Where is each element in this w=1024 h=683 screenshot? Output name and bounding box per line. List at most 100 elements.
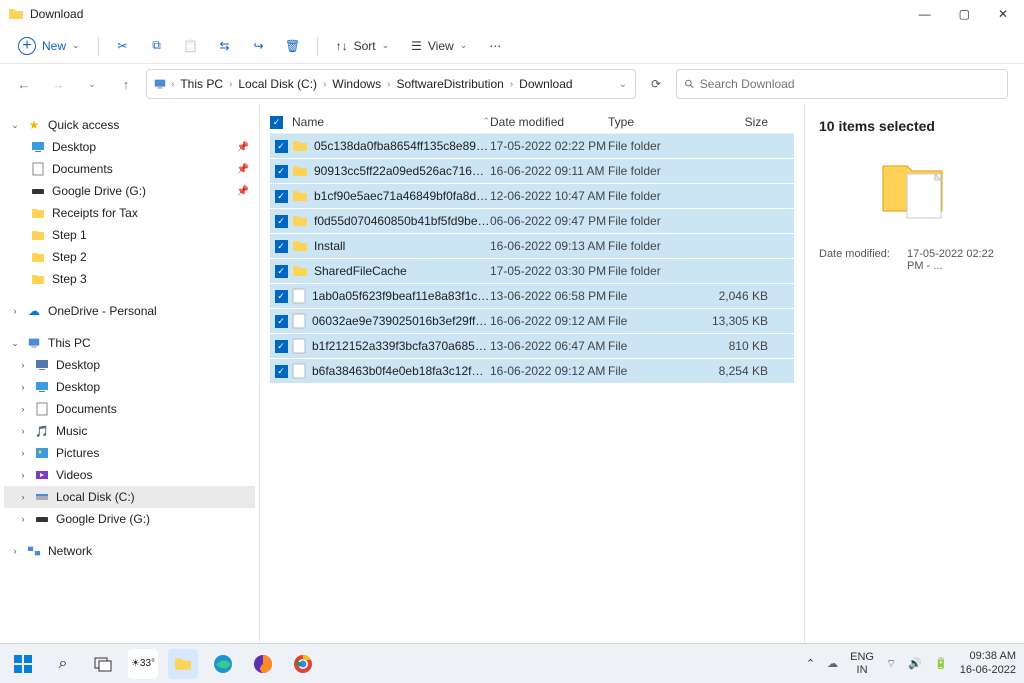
sidebar-quick-item[interactable]: Receipts for Tax (4, 202, 255, 224)
sidebar-pc-item[interactable]: ›Desktop (4, 354, 255, 376)
table-row[interactable]: 05c138da0fba8654ff135c8e8903233f 17-05-2… (270, 134, 794, 159)
battery-icon[interactable]: 🔋 (934, 657, 948, 670)
language-indicator[interactable]: ENGIN (850, 651, 874, 675)
sidebar-pc-item[interactable]: ›Google Drive (G:) (4, 508, 255, 530)
row-checkbox[interactable] (270, 265, 292, 278)
sidebar-network[interactable]: › Network (4, 540, 255, 562)
share-button[interactable]: ↪ (245, 32, 273, 60)
weather-icon: ☀ (131, 658, 140, 669)
view-button[interactable]: ☰ View ⌄ (403, 35, 475, 57)
select-all-checkbox[interactable] (270, 114, 292, 129)
search-box[interactable]: ⚲ (676, 69, 1008, 99)
sidebar-pc-item[interactable]: ›Desktop (4, 376, 255, 398)
crumb-3[interactable]: SoftwareDistribution (394, 77, 505, 91)
onedrive-tray-icon[interactable]: ☁ (827, 657, 838, 670)
row-checkbox[interactable] (270, 290, 292, 303)
row-checkbox[interactable] (270, 340, 292, 353)
chevron-down-icon: ⌄ (382, 40, 390, 51)
row-checkbox[interactable] (270, 140, 292, 153)
sidebar-pc-item[interactable]: ›Pictures (4, 442, 255, 464)
search-input[interactable] (700, 77, 999, 91)
address-bar: ← → ⌄ ↑ › This PC › Local Disk (C:) › Wi… (0, 64, 1024, 104)
item-icon (30, 183, 46, 199)
close-button[interactable]: ✕ (998, 7, 1008, 21)
sidebar-quick-item[interactable]: Desktop📌 (4, 136, 255, 158)
sidebar-pc-item[interactable]: ›🎵Music (4, 420, 255, 442)
chevron-up-icon[interactable]: ⌃ (806, 657, 815, 670)
file-name: 06032ae9e739025016b3ef29ffcf67191... (312, 314, 490, 328)
recent-button[interactable]: ⌄ (78, 70, 106, 98)
item-icon (30, 139, 46, 155)
column-date[interactable]: Date modified (490, 115, 608, 129)
row-checkbox[interactable] (270, 365, 292, 378)
crumb-2[interactable]: Windows (330, 77, 383, 91)
refresh-button[interactable]: ⟳ (642, 70, 670, 98)
file-date: 13-06-2022 06:47 AM (490, 339, 608, 353)
minimize-button[interactable]: — (919, 7, 931, 21)
table-row[interactable]: SharedFileCache 17-05-2022 03:30 PM File… (270, 259, 794, 284)
search-button[interactable]: ⌕ (48, 649, 78, 679)
firefox-app[interactable] (248, 649, 278, 679)
rename-button[interactable]: ⇆ (211, 32, 239, 60)
wifi-icon[interactable]: ⌔ (886, 657, 896, 671)
sidebar-pc-item[interactable]: ›Videos (4, 464, 255, 486)
sidebar-pc-item[interactable]: ›Documents (4, 398, 255, 420)
back-button[interactable]: ← (10, 70, 38, 98)
file-date: 06-06-2022 09:47 PM (490, 214, 608, 228)
sidebar-onedrive[interactable]: › ☁ OneDrive - Personal (4, 300, 255, 322)
sidebar-quick-item[interactable]: Google Drive (G:)📌 (4, 180, 255, 202)
table-row[interactable]: 06032ae9e739025016b3ef29ffcf67191... 16-… (270, 309, 794, 334)
crumb-4[interactable]: Download (517, 77, 574, 91)
table-row[interactable]: 90913cc5ff22a09ed526ac7161c45888 16-06-2… (270, 159, 794, 184)
up-button[interactable]: ↑ (112, 70, 140, 98)
column-type[interactable]: Type (608, 115, 698, 129)
crumb-0[interactable]: This PC (178, 77, 225, 91)
breadcrumb[interactable]: › This PC › Local Disk (C:) › Windows › … (146, 69, 636, 99)
chrome-app[interactable] (288, 649, 318, 679)
sidebar-quick-item[interactable]: Step 2 (4, 246, 255, 268)
sidebar-quick-access[interactable]: ⌄ ★ Quick access (4, 114, 255, 136)
sidebar-quick-item[interactable]: Step 3 (4, 268, 255, 290)
sidebar-this-pc[interactable]: ⌄ This PC (4, 332, 255, 354)
row-checkbox[interactable] (270, 240, 292, 253)
pc-icon (26, 335, 42, 351)
forward-button[interactable]: → (44, 70, 72, 98)
table-row[interactable]: b1f212152a339f3bcfa370a685e148e72... 13-… (270, 334, 794, 359)
paste-button[interactable]: 📋 (177, 32, 205, 60)
delete-button[interactable]: 🗑 (279, 32, 307, 60)
chevron-down-icon[interactable]: ⌄ (619, 79, 627, 90)
table-row[interactable]: b6fa38463b0f4e0eb18fa3c12f4056b88... 16-… (270, 359, 794, 384)
cloud-icon: ☁ (26, 303, 42, 319)
table-row[interactable]: b1cf90e5aec71a46849bf0fa8da2382a 12-06-2… (270, 184, 794, 209)
more-button[interactable]: ⋯ (481, 32, 509, 60)
explorer-app[interactable] (168, 649, 198, 679)
details-pane: 10 items selected Date modified: 17-05-2… (804, 104, 1024, 657)
item-icon (30, 271, 46, 287)
copy-button[interactable]: ⧉ (143, 32, 171, 60)
clock[interactable]: 09:38 AM16-06-2022 (960, 650, 1016, 676)
crumb-1[interactable]: Local Disk (C:) (236, 77, 319, 91)
table-row[interactable]: Install 16-06-2022 09:13 AM File folder (270, 234, 794, 259)
table-row[interactable]: 1ab0a05f623f9beaf11e8a83f1cbfa0e1c... 13… (270, 284, 794, 309)
row-checkbox[interactable] (270, 315, 292, 328)
cut-button[interactable]: ✂ (109, 32, 137, 60)
table-row[interactable]: f0d55d070460850b41bf5fd9bee40d45 06-06-2… (270, 209, 794, 234)
maximize-button[interactable]: ▢ (959, 7, 970, 21)
taskview-button[interactable] (88, 649, 118, 679)
sidebar-pc-item[interactable]: ›Local Disk (C:) (4, 486, 255, 508)
new-button[interactable]: + New ⌄ (10, 33, 88, 59)
weather-widget[interactable]: ☀33° (128, 649, 158, 679)
chevron-right-icon: › (18, 426, 28, 436)
column-name[interactable]: Name⌃ (292, 115, 490, 129)
sidebar-quick-item[interactable]: Step 1 (4, 224, 255, 246)
row-checkbox[interactable] (270, 215, 292, 228)
row-checkbox[interactable] (270, 190, 292, 203)
volume-icon[interactable]: 🔊 (908, 657, 922, 670)
sort-button[interactable]: ↑↓ Sort ⌄ (328, 35, 398, 57)
file-type: File folder (608, 139, 698, 153)
column-size[interactable]: Size (698, 115, 768, 129)
edge-app[interactable] (208, 649, 238, 679)
sidebar-quick-item[interactable]: Documents📌 (4, 158, 255, 180)
row-checkbox[interactable] (270, 165, 292, 178)
start-button[interactable] (8, 649, 38, 679)
